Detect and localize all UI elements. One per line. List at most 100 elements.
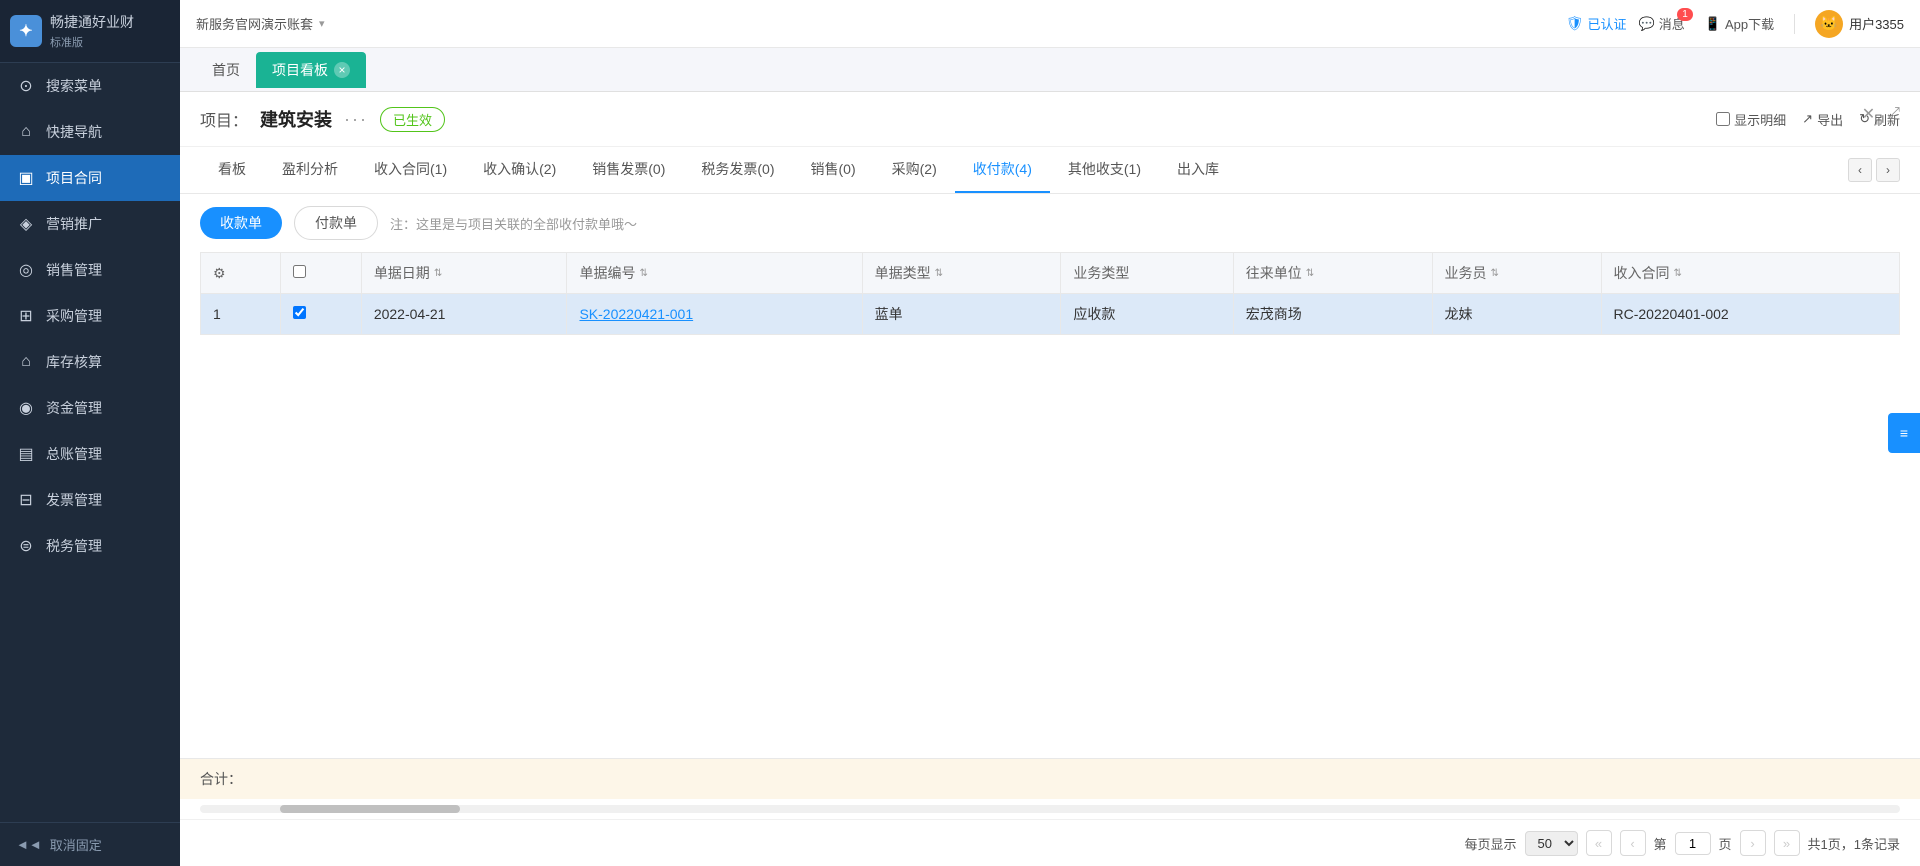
subtab-prev-arrow[interactable]: ‹: [1848, 158, 1872, 182]
table-partner-col[interactable]: 往来单位 ⇅: [1233, 253, 1432, 294]
sidebar-item-tax[interactable]: ⊜ 税务管理: [0, 523, 180, 569]
sidebar-unpin[interactable]: ◄◄ 取消固定: [0, 822, 180, 866]
row-type-value: 蓝单: [875, 306, 903, 322]
subtab-next-arrow[interactable]: ›: [1876, 158, 1900, 182]
sidebar-item-quicknav[interactable]: ⌂ 快捷导航: [0, 109, 180, 155]
show-detail-checkbox[interactable]: 显示明细: [1716, 110, 1786, 129]
sidebar-item-ledger[interactable]: ▤ 总账管理: [0, 431, 180, 477]
app-download-button[interactable]: 📱 App下载: [1705, 14, 1774, 33]
sidebar-item-inventory[interactable]: ⌂ 库存核算: [0, 339, 180, 385]
next-page-button[interactable]: ›: [1740, 830, 1766, 856]
sidebar-item-contract[interactable]: ▣ 项目合同: [0, 155, 180, 201]
subtab-profit[interactable]: 盈利分析: [264, 147, 356, 193]
first-page-button[interactable]: «: [1586, 830, 1612, 856]
sidebar-item-marketing[interactable]: ◈ 营销推广: [0, 201, 180, 247]
project-status-badge: 已生效: [380, 107, 445, 132]
float-sidebar-icon: ≡: [1900, 425, 1908, 441]
select-all-checkbox[interactable]: [293, 265, 306, 278]
sidebar-item-invoice[interactable]: ⊟ 发票管理: [0, 477, 180, 523]
logo-title: 畅捷通好业财: [50, 12, 134, 32]
row-select-checkbox[interactable]: [293, 306, 306, 319]
table-container[interactable]: ⚙ 单据日期 ⇅: [180, 252, 1920, 758]
row-biztype-value: 应收款: [1073, 306, 1115, 322]
more-options-icon[interactable]: ···: [344, 109, 368, 130]
row-number[interactable]: SK-20220421-001: [567, 294, 862, 335]
project-name: 建筑安装: [260, 106, 332, 132]
tab-project-board-label: 项目看板: [272, 60, 328, 80]
per-page-select[interactable]: 50: [1525, 831, 1578, 856]
row-income-contract: RC-20220401-002: [1601, 294, 1900, 335]
export-button[interactable]: ↗ 导出: [1802, 110, 1843, 129]
col-type-label: 单据类型: [875, 263, 931, 283]
sidebar-item-purchase[interactable]: ⊞ 采购管理: [0, 293, 180, 339]
row-partner-value: 宏茂商场: [1246, 306, 1302, 322]
subtab-purchase[interactable]: 采购(2): [874, 147, 955, 193]
table-type-col[interactable]: 单据类型 ⇅: [862, 253, 1061, 294]
account-name: 新服务官网演示账套: [196, 14, 313, 33]
table-income-contract-col[interactable]: 收入合同 ⇅: [1601, 253, 1900, 294]
sales-icon: ◎: [16, 260, 36, 280]
row-number-link[interactable]: SK-20220421-001: [579, 306, 693, 322]
subtab-sales-invoice[interactable]: 销售发票(0): [574, 147, 683, 193]
row-index-value: 1: [213, 306, 221, 322]
table-scrollbar-area[interactable]: [180, 799, 1920, 819]
page-label: 第: [1654, 834, 1667, 853]
sidebar-item-label: 库存核算: [46, 352, 102, 372]
subtab-receipt-label: 收付款(4): [973, 161, 1032, 177]
subtab-other-income[interactable]: 其他收支(1): [1050, 147, 1159, 193]
page-input[interactable]: [1675, 832, 1711, 855]
per-page-label: 每页显示: [1464, 834, 1516, 853]
subtab-income-confirm[interactable]: 收入确认(2): [465, 147, 574, 193]
sort-icon: ⇅: [1306, 268, 1314, 279]
subtab-receipt[interactable]: 收付款(4): [955, 147, 1050, 193]
sidebar-item-label: 销售管理: [46, 260, 102, 280]
subtab-income-contract[interactable]: 收入合同(1): [356, 147, 465, 193]
scrollbar-thumb[interactable]: [280, 805, 460, 813]
table-row[interactable]: 1 2022-04-21 SK-20220421-001: [201, 294, 1900, 335]
tab-close-icon[interactable]: ×: [334, 62, 350, 78]
last-page-icon: »: [1783, 836, 1790, 851]
close-window-button[interactable]: ✕: [1862, 104, 1875, 124]
row-checkbox[interactable]: [280, 294, 361, 335]
table-settings-col[interactable]: ⚙: [201, 253, 281, 294]
home-icon: ⌂: [16, 123, 36, 141]
table-date-col[interactable]: 单据日期 ⇅: [361, 253, 567, 294]
sidebar-item-search[interactable]: ⊙ 搜索菜单: [0, 63, 180, 109]
show-detail-input[interactable]: [1716, 112, 1730, 126]
messages-button[interactable]: 💬 消息 1: [1639, 14, 1685, 33]
table-number-col[interactable]: 单据编号 ⇅: [567, 253, 862, 294]
window-controls: ✕ ⤢: [1862, 104, 1900, 124]
subtab-other-income-label: 其他收支(1): [1068, 161, 1141, 177]
last-page-button[interactable]: »: [1774, 830, 1800, 856]
tab-home[interactable]: 首页: [196, 52, 256, 88]
tabbar: 首页 项目看板 ×: [180, 48, 1920, 92]
sort-icon: ⇅: [434, 268, 442, 279]
sort-icon: ⇅: [639, 268, 647, 279]
table-salesman-col[interactable]: 业务员 ⇅: [1432, 253, 1601, 294]
row-partner: 宏茂商场: [1233, 294, 1432, 335]
subtab-sales[interactable]: 销售(0): [793, 147, 874, 193]
sidebar-nav: ⊙ 搜索菜单 ⌂ 快捷导航 ▣ 项目合同 ◈ 营销推广 ◎ 销售管理 ⊞ 采购管…: [0, 63, 180, 822]
account-selector[interactable]: 新服务官网演示账套 ▾: [196, 14, 1554, 33]
certified-label: 已认证: [1588, 14, 1627, 33]
subtab-tax-invoice[interactable]: 税务发票(0): [683, 147, 792, 193]
logo-text: 畅捷通好业财 标准版: [50, 12, 134, 50]
sidebar-item-sales[interactable]: ◎ 销售管理: [0, 247, 180, 293]
sec-tab-payment[interactable]: 付款单: [294, 206, 378, 240]
sec-tab-receipt[interactable]: 收款单: [200, 207, 282, 239]
logo-edition: 标准版: [50, 34, 134, 50]
chevron-down-icon: ▾: [319, 17, 325, 30]
subtab-inout[interactable]: 出入库: [1159, 147, 1237, 193]
table-footer: 合计：: [180, 758, 1920, 799]
sidebar-item-finance[interactable]: ◉ 资金管理: [0, 385, 180, 431]
sidebar-item-label: 税务管理: [46, 536, 102, 556]
secondary-tabs-note: 注：这里是与项目关联的全部收付款单哦～: [390, 214, 637, 233]
marketing-icon: ◈: [16, 214, 36, 234]
float-sidebar-button[interactable]: ≡: [1888, 413, 1920, 453]
user-menu[interactable]: 🐱 用户3355: [1815, 10, 1904, 38]
prev-page-button[interactable]: ‹: [1620, 830, 1646, 856]
subtab-board[interactable]: 看板: [200, 147, 264, 193]
maximize-window-button[interactable]: ⤢: [1887, 105, 1900, 123]
tab-project-board[interactable]: 项目看板 ×: [256, 52, 366, 88]
row-type: 蓝单: [862, 294, 1061, 335]
